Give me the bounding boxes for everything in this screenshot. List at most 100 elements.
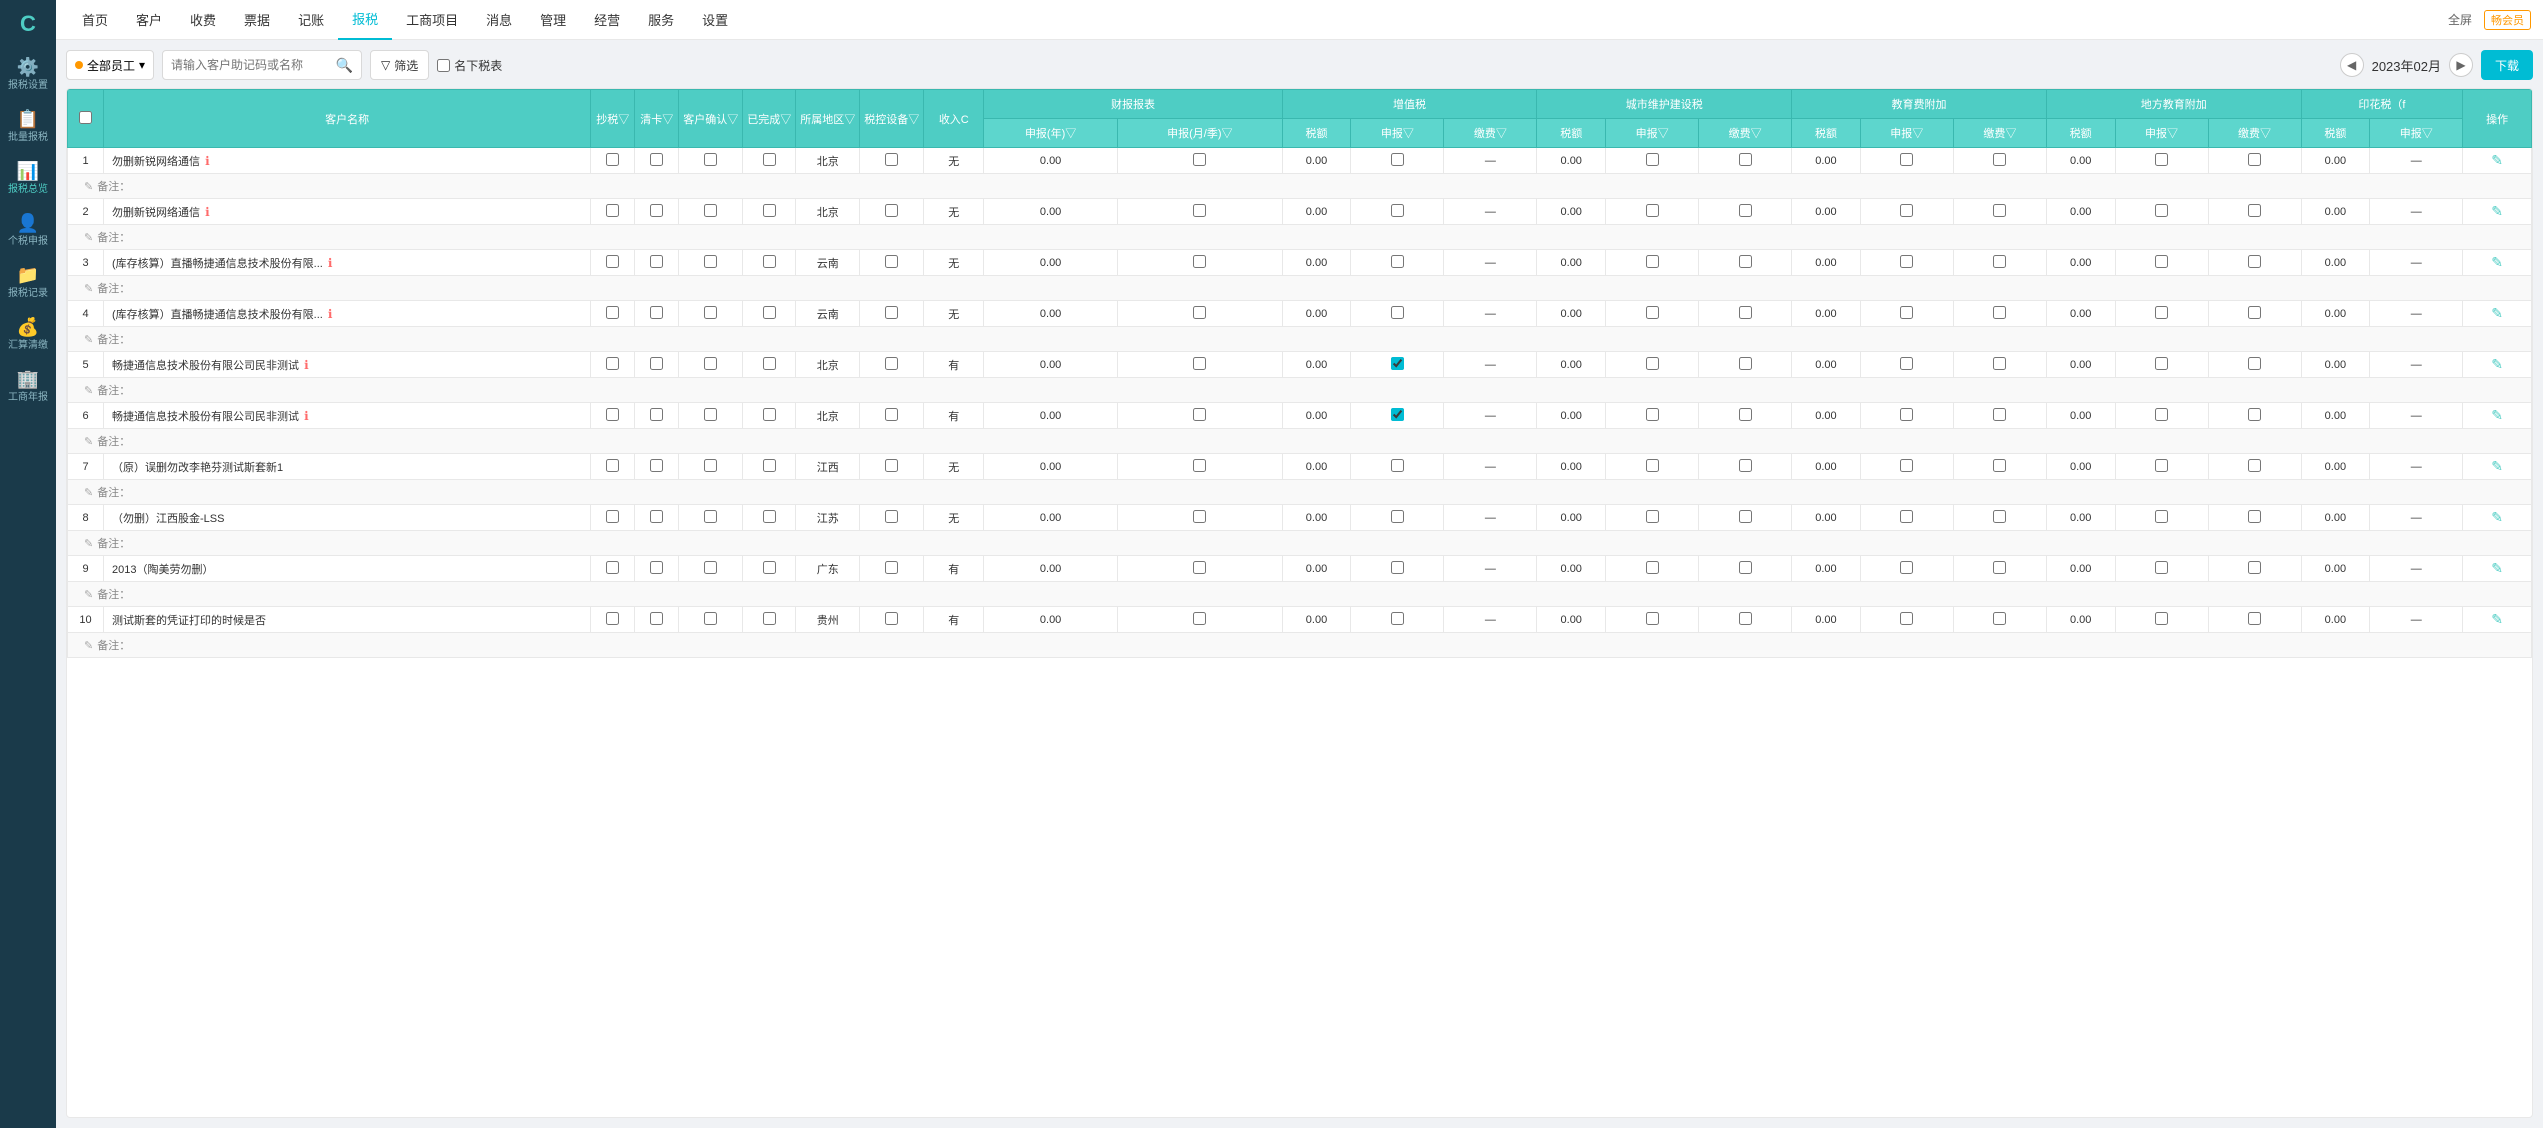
nav-message[interactable]: 消息	[472, 0, 526, 40]
edit-icon-1[interactable]: ✎	[2491, 152, 2503, 168]
vat-declare-checkbox-7[interactable]	[1391, 459, 1404, 472]
vat-declare-checkbox-8[interactable]	[1391, 510, 1404, 523]
finance-month-checkbox-3[interactable]	[1193, 255, 1206, 268]
search-icon[interactable]: 🔍	[336, 57, 353, 74]
urban-fee-checkbox-8[interactable]	[1739, 510, 1752, 523]
edu-fee-checkbox-6[interactable]	[1993, 408, 2006, 421]
edit-icon-3[interactable]: ✎	[2491, 254, 2503, 270]
tax-device-checkbox-2[interactable]	[885, 204, 898, 217]
name-table-checkbox-label[interactable]: 名下税表	[437, 57, 502, 74]
remark-edit-icon-3[interactable]: ✎	[84, 283, 93, 295]
remark-edit-icon-1[interactable]: ✎	[84, 181, 93, 193]
employee-filter-select[interactable]: 全部员工 ▾	[66, 50, 154, 80]
finance-month-checkbox-6[interactable]	[1193, 408, 1206, 421]
edu-fee-checkbox-7[interactable]	[1993, 459, 2006, 472]
tax-copy-checkbox-8[interactable]	[606, 510, 619, 523]
urban-declare-checkbox-1[interactable]	[1646, 153, 1659, 166]
edu-fee-checkbox-1[interactable]	[1993, 153, 2006, 166]
local-fee-checkbox-10[interactable]	[2248, 612, 2261, 625]
nav-customer[interactable]: 客户	[122, 0, 176, 40]
edu-fee-checkbox-10[interactable]	[1993, 612, 2006, 625]
tax-copy-checkbox-9[interactable]	[606, 561, 619, 574]
tax-device-checkbox-6[interactable]	[885, 408, 898, 421]
tax-device-checkbox-4[interactable]	[885, 306, 898, 319]
local-fee-checkbox-8[interactable]	[2248, 510, 2261, 523]
tax-copy-checkbox-2[interactable]	[606, 204, 619, 217]
edu-fee-checkbox-5[interactable]	[1993, 357, 2006, 370]
urban-declare-checkbox-6[interactable]	[1646, 408, 1659, 421]
urban-fee-checkbox-1[interactable]	[1739, 153, 1752, 166]
edit-icon-10[interactable]: ✎	[2491, 611, 2503, 627]
search-input[interactable]	[171, 58, 336, 72]
edu-fee-checkbox-4[interactable]	[1993, 306, 2006, 319]
vat-declare-checkbox-2[interactable]	[1391, 204, 1404, 217]
declared-checkbox-8[interactable]	[763, 510, 776, 523]
select-all-checkbox[interactable]	[79, 111, 92, 124]
sidebar-item-annual-report[interactable]: 🏢 工商年报	[0, 360, 56, 412]
local-declare-checkbox-2[interactable]	[2155, 204, 2168, 217]
urban-declare-checkbox-2[interactable]	[1646, 204, 1659, 217]
local-declare-checkbox-7[interactable]	[2155, 459, 2168, 472]
clear-card-checkbox-10[interactable]	[650, 612, 663, 625]
local-declare-checkbox-1[interactable]	[2155, 153, 2168, 166]
tax-copy-checkbox-7[interactable]	[606, 459, 619, 472]
clear-card-checkbox-3[interactable]	[650, 255, 663, 268]
clear-card-checkbox-8[interactable]	[650, 510, 663, 523]
tax-device-checkbox-5[interactable]	[885, 357, 898, 370]
confirm-checkbox-5[interactable]	[704, 357, 717, 370]
nav-operation[interactable]: 经营	[580, 0, 634, 40]
edu-declare-checkbox-1[interactable]	[1900, 153, 1913, 166]
remark-edit-icon-6[interactable]: ✎	[84, 436, 93, 448]
sidebar-item-batch-tax[interactable]: 📋 批量报税	[0, 100, 56, 152]
urban-declare-checkbox-4[interactable]	[1646, 306, 1659, 319]
sidebar-item-settlement[interactable]: 💰 汇算清缴	[0, 308, 56, 360]
remark-edit-icon-2[interactable]: ✎	[84, 232, 93, 244]
confirm-checkbox-1[interactable]	[704, 153, 717, 166]
declared-checkbox-5[interactable]	[763, 357, 776, 370]
finance-month-checkbox-9[interactable]	[1193, 561, 1206, 574]
edit-icon-5[interactable]: ✎	[2491, 356, 2503, 372]
nav-invoice[interactable]: 票据	[230, 0, 284, 40]
tax-device-checkbox-7[interactable]	[885, 459, 898, 472]
local-declare-checkbox-9[interactable]	[2155, 561, 2168, 574]
tax-device-checkbox-9[interactable]	[885, 561, 898, 574]
declared-checkbox-6[interactable]	[763, 408, 776, 421]
edu-declare-checkbox-6[interactable]	[1900, 408, 1913, 421]
urban-fee-checkbox-5[interactable]	[1739, 357, 1752, 370]
urban-declare-checkbox-10[interactable]	[1646, 612, 1659, 625]
clear-card-checkbox-1[interactable]	[650, 153, 663, 166]
edit-icon-7[interactable]: ✎	[2491, 458, 2503, 474]
local-declare-checkbox-6[interactable]	[2155, 408, 2168, 421]
nav-home[interactable]: 首页	[68, 0, 122, 40]
local-fee-checkbox-1[interactable]	[2248, 153, 2261, 166]
edit-icon-2[interactable]: ✎	[2491, 203, 2503, 219]
sidebar-item-tax-overview[interactable]: 📊 报税总览	[0, 152, 56, 204]
remark-edit-icon-4[interactable]: ✎	[84, 334, 93, 346]
vat-declare-checkbox-3[interactable]	[1391, 255, 1404, 268]
declared-checkbox-4[interactable]	[763, 306, 776, 319]
nav-manage[interactable]: 管理	[526, 0, 580, 40]
nav-accounting[interactable]: 记账	[284, 0, 338, 40]
finance-month-checkbox-7[interactable]	[1193, 459, 1206, 472]
nav-billing[interactable]: 收费	[176, 0, 230, 40]
confirm-checkbox-2[interactable]	[704, 204, 717, 217]
edu-fee-checkbox-3[interactable]	[1993, 255, 2006, 268]
confirm-checkbox-9[interactable]	[704, 561, 717, 574]
clear-card-checkbox-2[interactable]	[650, 204, 663, 217]
local-fee-checkbox-3[interactable]	[2248, 255, 2261, 268]
prev-month-button[interactable]: ◀	[2340, 53, 2364, 77]
edu-declare-checkbox-5[interactable]	[1900, 357, 1913, 370]
clear-card-checkbox-5[interactable]	[650, 357, 663, 370]
confirm-checkbox-4[interactable]	[704, 306, 717, 319]
declared-checkbox-3[interactable]	[763, 255, 776, 268]
tax-device-checkbox-3[interactable]	[885, 255, 898, 268]
local-fee-checkbox-4[interactable]	[2248, 306, 2261, 319]
confirm-checkbox-8[interactable]	[704, 510, 717, 523]
clear-card-checkbox-6[interactable]	[650, 408, 663, 421]
tax-device-checkbox-1[interactable]	[885, 153, 898, 166]
vat-declare-checkbox-9[interactable]	[1391, 561, 1404, 574]
tax-device-checkbox-10[interactable]	[885, 612, 898, 625]
edit-icon-8[interactable]: ✎	[2491, 509, 2503, 525]
finance-month-checkbox-5[interactable]	[1193, 357, 1206, 370]
confirm-checkbox-6[interactable]	[704, 408, 717, 421]
